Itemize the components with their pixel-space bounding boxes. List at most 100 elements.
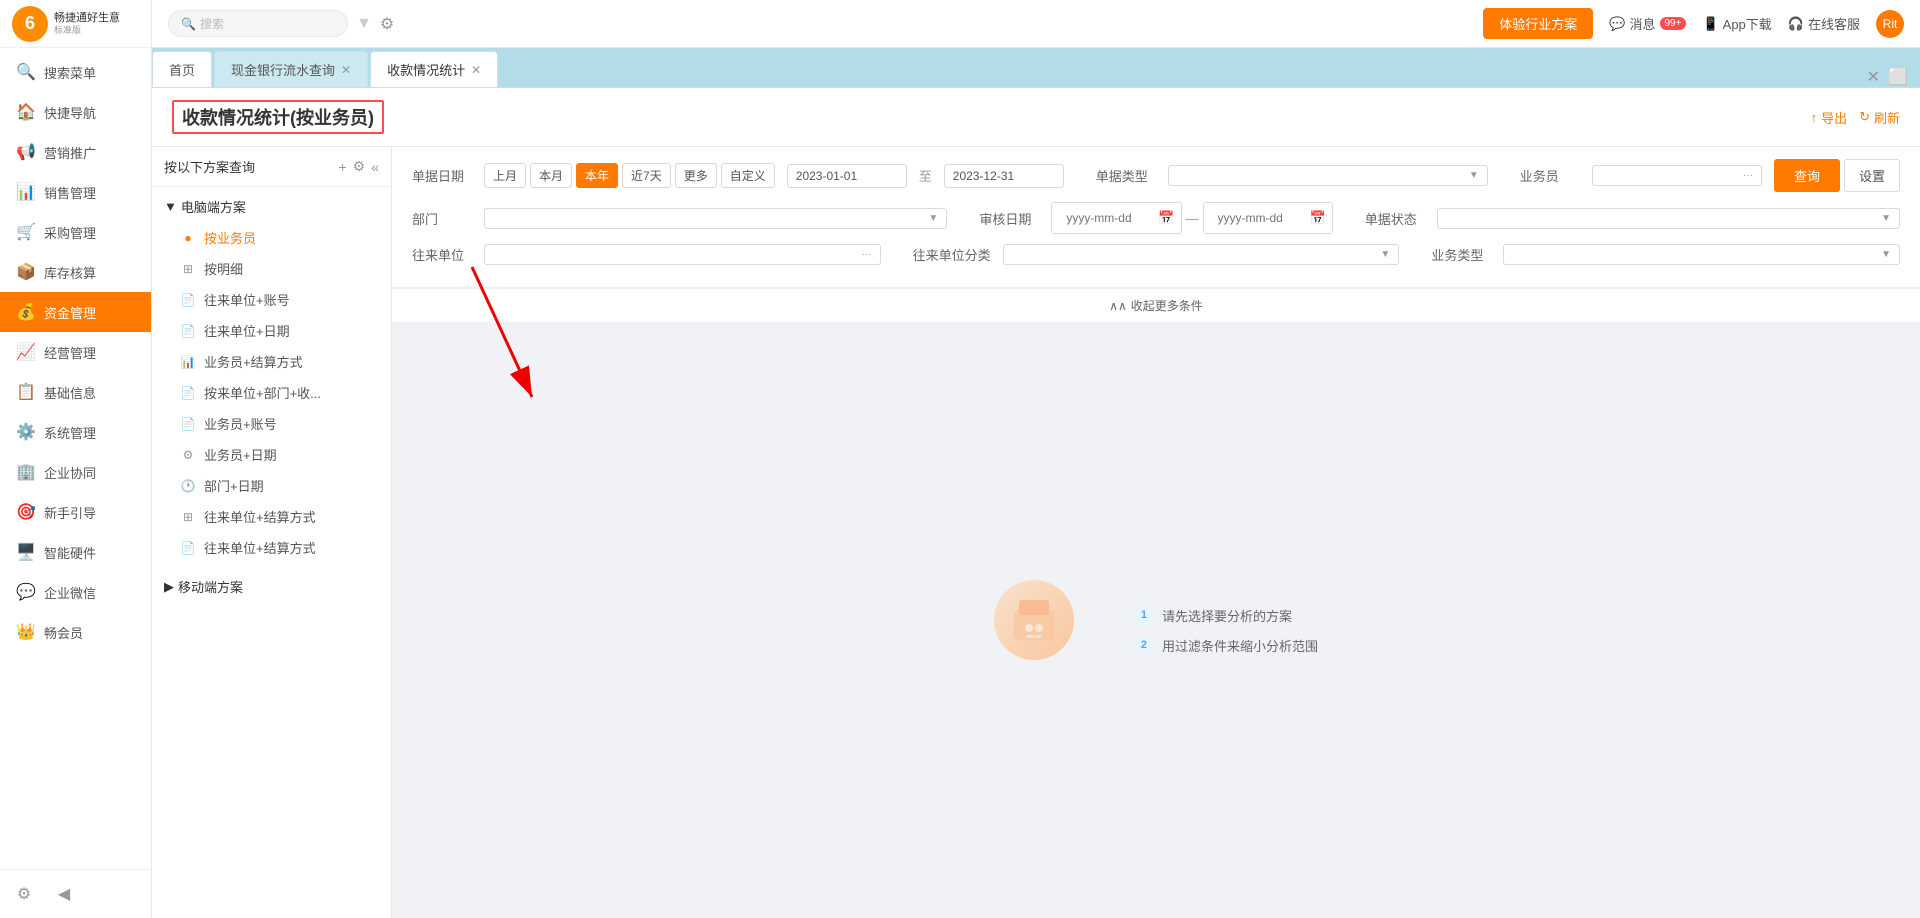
sidebar-item-fund[interactable]: 💰 资金管理	[0, 292, 151, 332]
date-from-input[interactable]	[787, 164, 907, 188]
sidebar-item-marketing[interactable]: 📢 营销推广	[0, 132, 151, 172]
tab-receipt-stats-close[interactable]: ✕	[471, 63, 481, 77]
date-btn-more[interactable]: 更多	[675, 163, 717, 188]
sidebar-item-member[interactable]: 👑 畅会员	[0, 612, 151, 652]
date-btn-7days[interactable]: 近7天	[622, 163, 671, 188]
sidebar-item-purchase[interactable]: 🛒 采购管理	[0, 212, 151, 252]
topbar-search-box[interactable]: 🔍 搜索	[168, 10, 348, 37]
page-title: 收款情况统计(按业务员)	[172, 100, 384, 134]
scheme-group-mobile-title[interactable]: ▶ 移动端方案	[152, 571, 391, 602]
calendar-to-icon[interactable]: 📅	[1310, 210, 1326, 226]
tab-receipt-stats[interactable]: 收款情况统计 ✕	[370, 51, 498, 87]
doc-status-select[interactable]: ▼	[1437, 208, 1900, 229]
service-icon: 🎧	[1788, 16, 1804, 32]
sidebar-item-hardware[interactable]: 🖥️ 智能硬件	[0, 532, 151, 572]
topbar-dropdown-icon[interactable]: ▼	[356, 15, 372, 33]
trial-btn[interactable]: 体验行业方案	[1483, 8, 1593, 39]
scheme-item-counterpart-settlement1[interactable]: ⊞ 往来单位+结算方式	[152, 501, 391, 532]
empty-steps: 1 请先选择要分析的方案 2 用过滤条件来缩小分析范围	[1134, 605, 1318, 655]
refresh-btn[interactable]: ↻ 刷新	[1859, 108, 1900, 127]
topbar-settings-icon[interactable]: ⚙	[380, 14, 394, 34]
fund-icon: 💰	[16, 302, 36, 322]
scheme-item-counterpart-dept[interactable]: 📄 按来单位+部门+收...	[152, 377, 391, 408]
logo-icon: 6	[12, 6, 48, 42]
dept-select[interactable]: ▼	[484, 208, 947, 229]
scheme-item-counterpart-settlement2[interactable]: 📄 往来单位+结算方式	[152, 532, 391, 563]
step-2-num: 2	[1134, 635, 1154, 655]
scheme-item-salesperson-account[interactable]: 📄 业务员+账号	[152, 408, 391, 439]
hardware-icon: 🖥️	[16, 542, 36, 562]
scheme-settings-btn[interactable]: ⚙	[353, 158, 366, 175]
calendar-from-icon[interactable]: 📅	[1158, 210, 1174, 226]
scheme-item-dept-date[interactable]: 🕐 部门+日期	[152, 470, 391, 501]
scheme-item-counterpart-account[interactable]: 📄 往来单位+账号	[152, 284, 391, 315]
review-to-input[interactable]	[1210, 207, 1310, 229]
home-icon: 🏠	[16, 102, 36, 122]
sidebar-item-enterprise[interactable]: 🏢 企业协同	[0, 452, 151, 492]
sidebar-item-basic-info[interactable]: 📋 基础信息	[0, 372, 151, 412]
export-btn[interactable]: ↑ 导出	[1811, 108, 1848, 127]
scheme-add-btn[interactable]: +	[338, 159, 346, 175]
tab-bank-flow-close[interactable]: ✕	[341, 63, 351, 77]
collapse-more-btn[interactable]: ∧∧ 收起更多条件	[1109, 297, 1203, 314]
chevron-down-icon: ▼	[164, 199, 177, 214]
counterpart-category-select[interactable]: ▼	[1003, 244, 1400, 265]
export-icon: ↑	[1811, 110, 1818, 125]
chevron-right-icon: ▶	[164, 579, 174, 595]
date-btn-custom[interactable]: 自定义	[721, 163, 775, 188]
business-type-label: 业务类型	[1431, 245, 1491, 264]
scheme-item-salesperson-date[interactable]: ⚙ 业务员+日期	[152, 439, 391, 470]
sidebar-item-sales[interactable]: 📊 销售管理	[0, 172, 151, 212]
sidebar-collapse-btn[interactable]: ◀	[48, 878, 80, 910]
sidebar-item-guide[interactable]: 🎯 新手引导	[0, 492, 151, 532]
filter-collapse-bar: ∧∧ 收起更多条件	[392, 288, 1920, 322]
sidebar-item-inventory[interactable]: 📦 库存核算	[0, 252, 151, 292]
salesperson-select[interactable]: ···	[1592, 165, 1762, 186]
settings-btn[interactable]: 设置	[1844, 159, 1900, 192]
tab-bank-flow[interactable]: 现金银行流水查询 ✕	[214, 51, 368, 87]
close-window-btn[interactable]: ✕	[1867, 67, 1880, 87]
scheme-item-by-salesperson[interactable]: ● 按业务员	[152, 222, 391, 253]
empty-step-1: 1 请先选择要分析的方案	[1134, 605, 1318, 625]
date-btn-this-year[interactable]: 本年	[576, 163, 618, 188]
scheme-collapse-btn[interactable]: «	[371, 159, 379, 175]
filter-area: 单据日期 上月 本月 本年 近7天 更多 自定义 至	[392, 147, 1920, 322]
review-range-sep: —	[1186, 211, 1199, 226]
topbar-right: 体验行业方案 💬 消息 99+ 📱 App下载 🎧 在线客服 Rit	[1483, 8, 1904, 39]
sidebar-item-system[interactable]: ⚙️ 系统管理	[0, 412, 151, 452]
scheme-item-icon-dd: 🕐	[180, 478, 196, 494]
tab-home[interactable]: 首页	[152, 51, 212, 87]
online-service-btn[interactable]: 🎧 在线客服	[1788, 14, 1860, 33]
sidebar-item-wechat[interactable]: 💬 企业微信	[0, 572, 151, 612]
scheme-item-salesperson-settlement[interactable]: 📊 业务员+结算方式	[152, 346, 391, 377]
empty-illustration	[994, 580, 1074, 660]
scheme-group-desktop-title[interactable]: ▼ 电脑端方案	[152, 191, 391, 222]
scheme-item-icon-ca: 📄	[180, 292, 196, 308]
date-btn-this-month[interactable]: 本月	[530, 163, 572, 188]
maximize-window-btn[interactable]: ⬜	[1888, 67, 1908, 87]
logo-text: 畅捷通好生意 标准版	[54, 11, 120, 37]
sidebar-settings-btn[interactable]: ⚙	[8, 878, 40, 910]
sidebar-item-operations[interactable]: 📈 经营管理	[0, 332, 151, 372]
date-to-input[interactable]	[944, 164, 1064, 188]
scheme-item-by-detail[interactable]: ⊞ 按明细	[152, 253, 391, 284]
message-btn[interactable]: 💬 消息 99+	[1609, 14, 1686, 33]
review-from-input[interactable]	[1058, 207, 1158, 229]
business-type-select[interactable]: ▼	[1503, 244, 1900, 265]
scheme-item-counterpart-date[interactable]: 📄 往来单位+日期	[152, 315, 391, 346]
query-btn[interactable]: 查询	[1774, 159, 1840, 192]
doc-type-select[interactable]: ▼	[1168, 165, 1488, 186]
user-avatar[interactable]: Rit	[1876, 10, 1904, 38]
date-btn-last-month[interactable]: 上月	[484, 163, 526, 188]
filter-row-2: 部门 ▼ 审核日期 📅 —	[412, 202, 1900, 234]
app-download-btn[interactable]: 📱 App下载	[1702, 14, 1771, 33]
basic-info-icon: 📋	[16, 382, 36, 402]
sidebar-item-quick-nav[interactable]: 🏠 快捷导航	[0, 92, 151, 132]
sidebar-item-search[interactable]: 🔍 搜索菜单	[0, 52, 151, 92]
step-1-num: 1	[1134, 605, 1154, 625]
counterpart-select[interactable]: ···	[484, 244, 881, 265]
scheme-panel: 按以下方案查询 + ⚙ « ▼ 电脑端方案 ● 按业务员 ⊞ 按明	[152, 147, 392, 918]
empty-state-area: 1 请先选择要分析的方案 2 用过滤条件来缩小分析范围	[392, 322, 1920, 918]
refresh-icon: ↻	[1859, 109, 1870, 125]
enterprise-icon: 🏢	[16, 462, 36, 482]
